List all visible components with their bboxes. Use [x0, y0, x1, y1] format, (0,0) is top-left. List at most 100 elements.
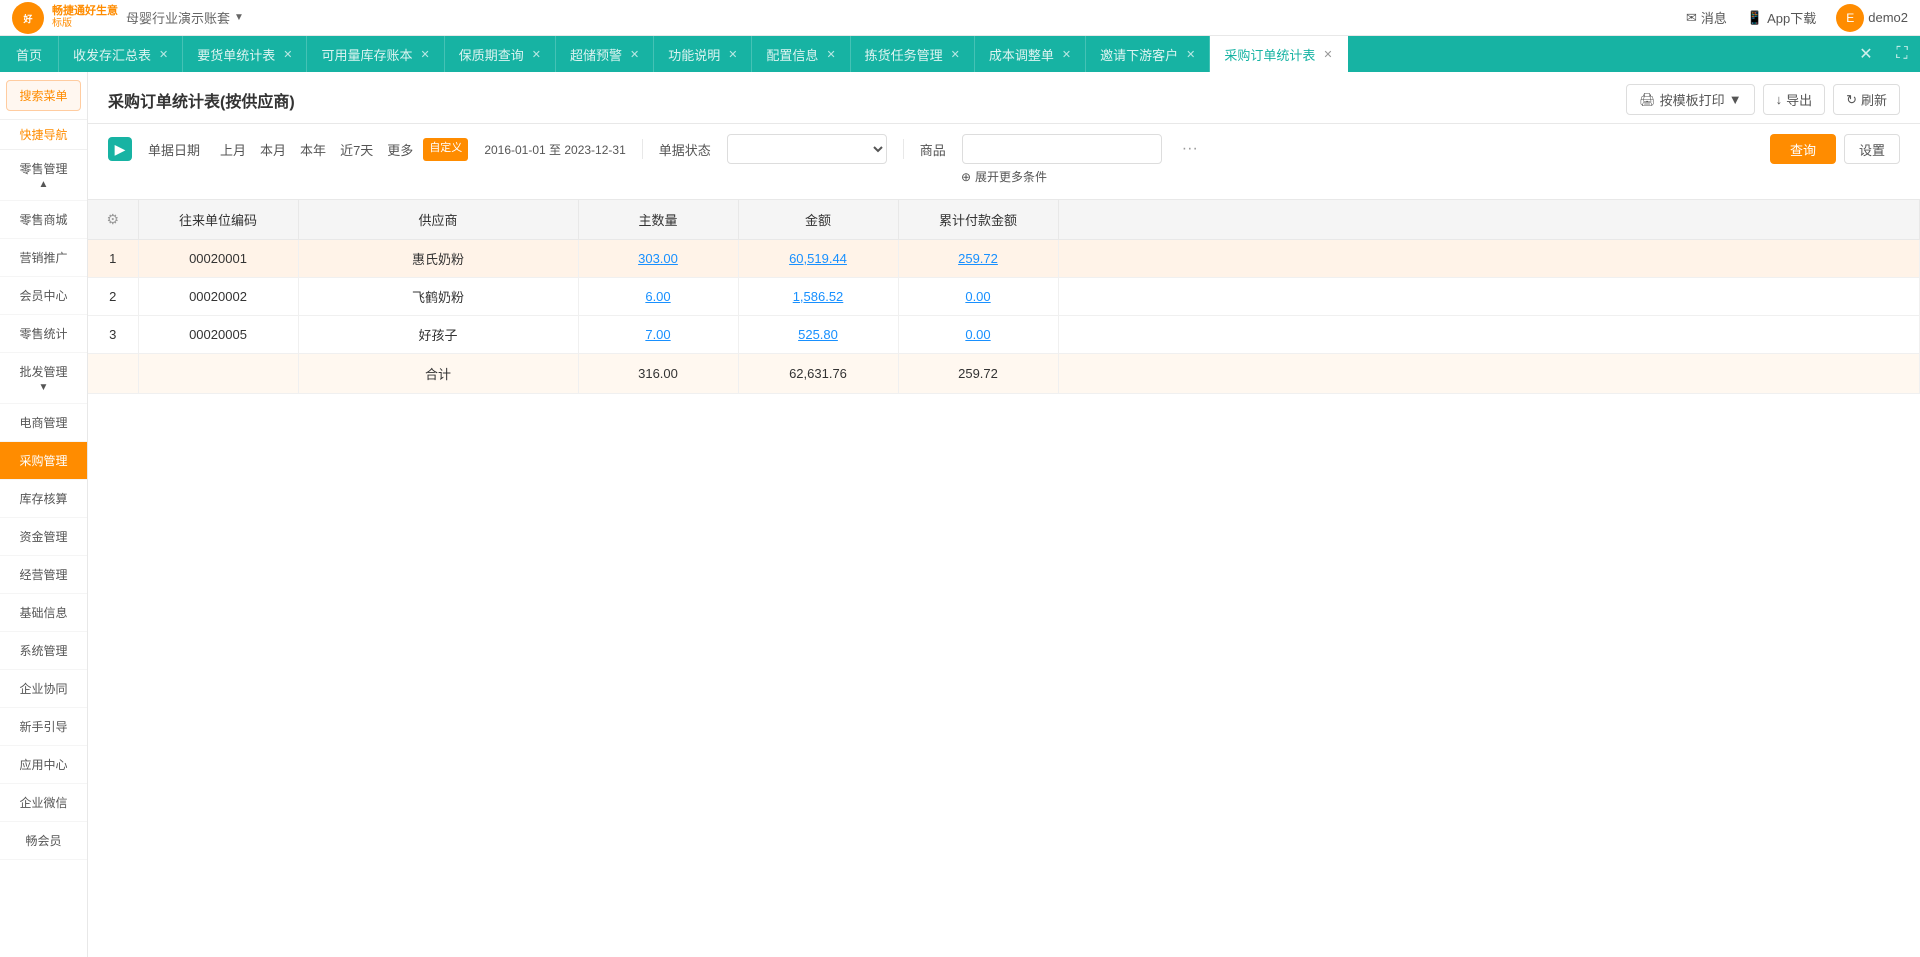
goods-more-icon[interactable]: ···	[1178, 140, 1202, 158]
th-unit-code: 往来单位编码	[138, 200, 298, 240]
td-seq-1: 1	[88, 240, 138, 278]
sidebar-item-ecommerce-mgmt[interactable]: 电商管理	[0, 404, 87, 442]
column-settings-icon[interactable]: ⚙	[106, 211, 119, 227]
status-select[interactable]	[727, 134, 887, 164]
sidebar-item-enterprise-collab[interactable]: 企业协同	[0, 670, 87, 708]
td-supplier-1: 惠氏奶粉	[298, 240, 578, 278]
expand-more-btn[interactable]: ⊕ 展开更多条件	[961, 168, 1047, 185]
tab-order-summary[interactable]: 要货单统计表 ✕	[183, 36, 307, 72]
paid-link-2[interactable]: 0.00	[965, 289, 990, 304]
table-footer: 合计 316.00 62,631.76 259.72	[88, 354, 1920, 394]
date-custom-badge[interactable]: 自定义	[423, 138, 468, 161]
table-header: ⚙ 往来单位编码 供应商 主数量 金额 累计付款金额	[88, 200, 1920, 240]
status-label: 单据状态	[659, 140, 711, 159]
sidebar-item-new-guide[interactable]: 新手引导	[0, 708, 87, 746]
tab-home[interactable]: 首页	[0, 36, 59, 72]
sidebar-item-system-mgmt[interactable]: 系统管理	[0, 632, 87, 670]
sidebar-item-retail-shop[interactable]: 零售商城	[0, 201, 87, 239]
close-available-stock[interactable]: ✕	[421, 48, 430, 61]
message-btn[interactable]: ✉ 消息	[1686, 8, 1727, 27]
footer-amount: 62,631.76	[738, 354, 898, 394]
export-btn[interactable]: ↓ 导出	[1763, 84, 1826, 115]
sidebar-item-member-center[interactable]: 会员中心	[0, 277, 87, 315]
close-pickup-task[interactable]: ✕	[951, 48, 960, 61]
td-qty-1: 303.00	[578, 240, 738, 278]
td-seq-3: 3	[88, 316, 138, 354]
tab-available-stock[interactable]: 可用量库存账本 ✕	[307, 36, 444, 72]
close-function-desc[interactable]: ✕	[728, 48, 737, 61]
goods-input[interactable]	[962, 134, 1162, 164]
sidebar-item-member-card[interactable]: 畅会员	[0, 822, 87, 860]
tab-config-info[interactable]: 配置信息 ✕	[752, 36, 850, 72]
shortcut-this-year[interactable]: 本年	[296, 138, 330, 161]
filter-collapse-btn[interactable]: ▶	[108, 137, 132, 161]
sidebar-item-ops-mgmt[interactable]: 经营管理	[0, 556, 87, 594]
close-over-stock[interactable]: ✕	[630, 48, 639, 61]
close-order-summary[interactable]: ✕	[283, 48, 292, 61]
table-row: 1 00020001 惠氏奶粉 303.00 60,519.44 259.72	[88, 240, 1920, 278]
page-actions: 🖨 按模板打印 ▼ ↓ 导出 ↻ 刷新	[1626, 84, 1900, 115]
sidebar-item-capital-mgmt[interactable]: 资金管理	[0, 518, 87, 556]
sidebar: 搜索菜单 快捷导航 零售管理 ▲ 零售商城 营销推广 会员中心 零售统计 批发管…	[0, 72, 88, 957]
date-range-text: 2016-01-01 至 2023-12-31	[484, 141, 625, 158]
td-empty-1	[1058, 240, 1920, 278]
close-expiry-query[interactable]: ✕	[532, 48, 541, 61]
nav-maximize-btn[interactable]: ⛶	[1884, 36, 1920, 72]
nav-right-controls: ✕ ⛶	[1848, 36, 1920, 72]
footer-paid: 259.72	[898, 354, 1058, 394]
tab-pickup-task[interactable]: 拣货任务管理 ✕	[851, 36, 975, 72]
sidebar-item-retail-mgmt[interactable]: 零售管理 ▲	[0, 150, 87, 201]
tab-purchase-order-summary[interactable]: 采购订单统计表 ✕	[1210, 36, 1347, 72]
paid-link-1[interactable]: 259.72	[958, 251, 998, 266]
tab-invite-downstream[interactable]: 邀请下游客户 ✕	[1086, 36, 1210, 72]
shortcut-more[interactable]: 更多	[383, 138, 417, 161]
tab-function-desc[interactable]: 功能说明 ✕	[654, 36, 752, 72]
qty-link-2[interactable]: 6.00	[645, 289, 670, 304]
sidebar-item-marketing[interactable]: 营销推广	[0, 239, 87, 277]
sidebar-item-enterprise-wechat[interactable]: 企业微信	[0, 784, 87, 822]
main-layout: 搜索菜单 快捷导航 零售管理 ▲ 零售商城 营销推广 会员中心 零售统计 批发管…	[0, 72, 1920, 957]
qty-link-1[interactable]: 303.00	[638, 251, 678, 266]
tab-over-stock[interactable]: 超储预警 ✕	[556, 36, 654, 72]
close-purchase-order-summary[interactable]: ✕	[1323, 48, 1332, 61]
sidebar-item-app-center[interactable]: 应用中心	[0, 746, 87, 784]
shortcut-7days[interactable]: 近7天	[336, 138, 377, 161]
date-shortcuts: 上月 本月 本年 近7天 更多 自定义	[216, 138, 468, 161]
workspace-selector[interactable]: 母婴行业演示账套 ▼	[126, 8, 244, 27]
shortcut-this-month[interactable]: 本月	[256, 138, 290, 161]
tab-receive-summary[interactable]: 收发存汇总表 ✕	[59, 36, 183, 72]
footer-label: 合计	[298, 354, 578, 394]
top-right-actions: ✉ 消息 📱 App下载 E demo2	[1686, 4, 1908, 32]
search-menu-btn[interactable]: 搜索菜单	[6, 80, 81, 111]
footer-empty-1	[88, 354, 138, 394]
close-cost-adjust[interactable]: ✕	[1062, 48, 1071, 61]
amount-link-3[interactable]: 525.80	[798, 327, 838, 342]
sidebar-item-basic-info[interactable]: 基础信息	[0, 594, 87, 632]
setting-btn[interactable]: 设置	[1844, 134, 1900, 164]
quick-nav-btn[interactable]: 快捷导航	[0, 120, 87, 150]
amount-link-2[interactable]: 1,586.52	[793, 289, 844, 304]
close-config-info[interactable]: ✕	[826, 48, 835, 61]
qty-link-3[interactable]: 7.00	[645, 327, 670, 342]
sidebar-item-wholesale-mgmt[interactable]: 批发管理 ▼	[0, 353, 87, 404]
amount-link-1[interactable]: 60,519.44	[789, 251, 847, 266]
sidebar-item-retail-stats[interactable]: 零售统计	[0, 315, 87, 353]
nav-close-btn[interactable]: ✕	[1848, 36, 1884, 72]
close-receive-summary[interactable]: ✕	[159, 48, 168, 61]
sidebar-item-purchase-mgmt[interactable]: 采购管理	[0, 442, 87, 480]
td-code-1: 00020001	[138, 240, 298, 278]
table-row: 2 00020002 飞鹤奶粉 6.00 1,586.52 0.00	[88, 278, 1920, 316]
tab-cost-adjust[interactable]: 成本调整单 ✕	[975, 36, 1086, 72]
svg-text:好: 好	[22, 13, 32, 24]
query-btn[interactable]: 查询	[1770, 134, 1836, 164]
paid-link-3[interactable]: 0.00	[965, 327, 990, 342]
filter-row: ▶ 单据日期 上月 本月 本年 近7天 更多 自定义 2016-01-01 至 …	[108, 134, 1900, 164]
tab-expiry-query[interactable]: 保质期查询 ✕	[445, 36, 556, 72]
user-avatar-area[interactable]: E demo2	[1836, 4, 1908, 32]
app-download-btn[interactable]: 📱 App下载	[1747, 8, 1816, 27]
close-invite-downstream[interactable]: ✕	[1186, 48, 1195, 61]
sidebar-item-stock-check[interactable]: 库存核算	[0, 480, 87, 518]
refresh-btn[interactable]: ↻ 刷新	[1833, 84, 1900, 115]
shortcut-last-month[interactable]: 上月	[216, 138, 250, 161]
print-btn[interactable]: 🖨 按模板打印 ▼	[1626, 84, 1754, 115]
